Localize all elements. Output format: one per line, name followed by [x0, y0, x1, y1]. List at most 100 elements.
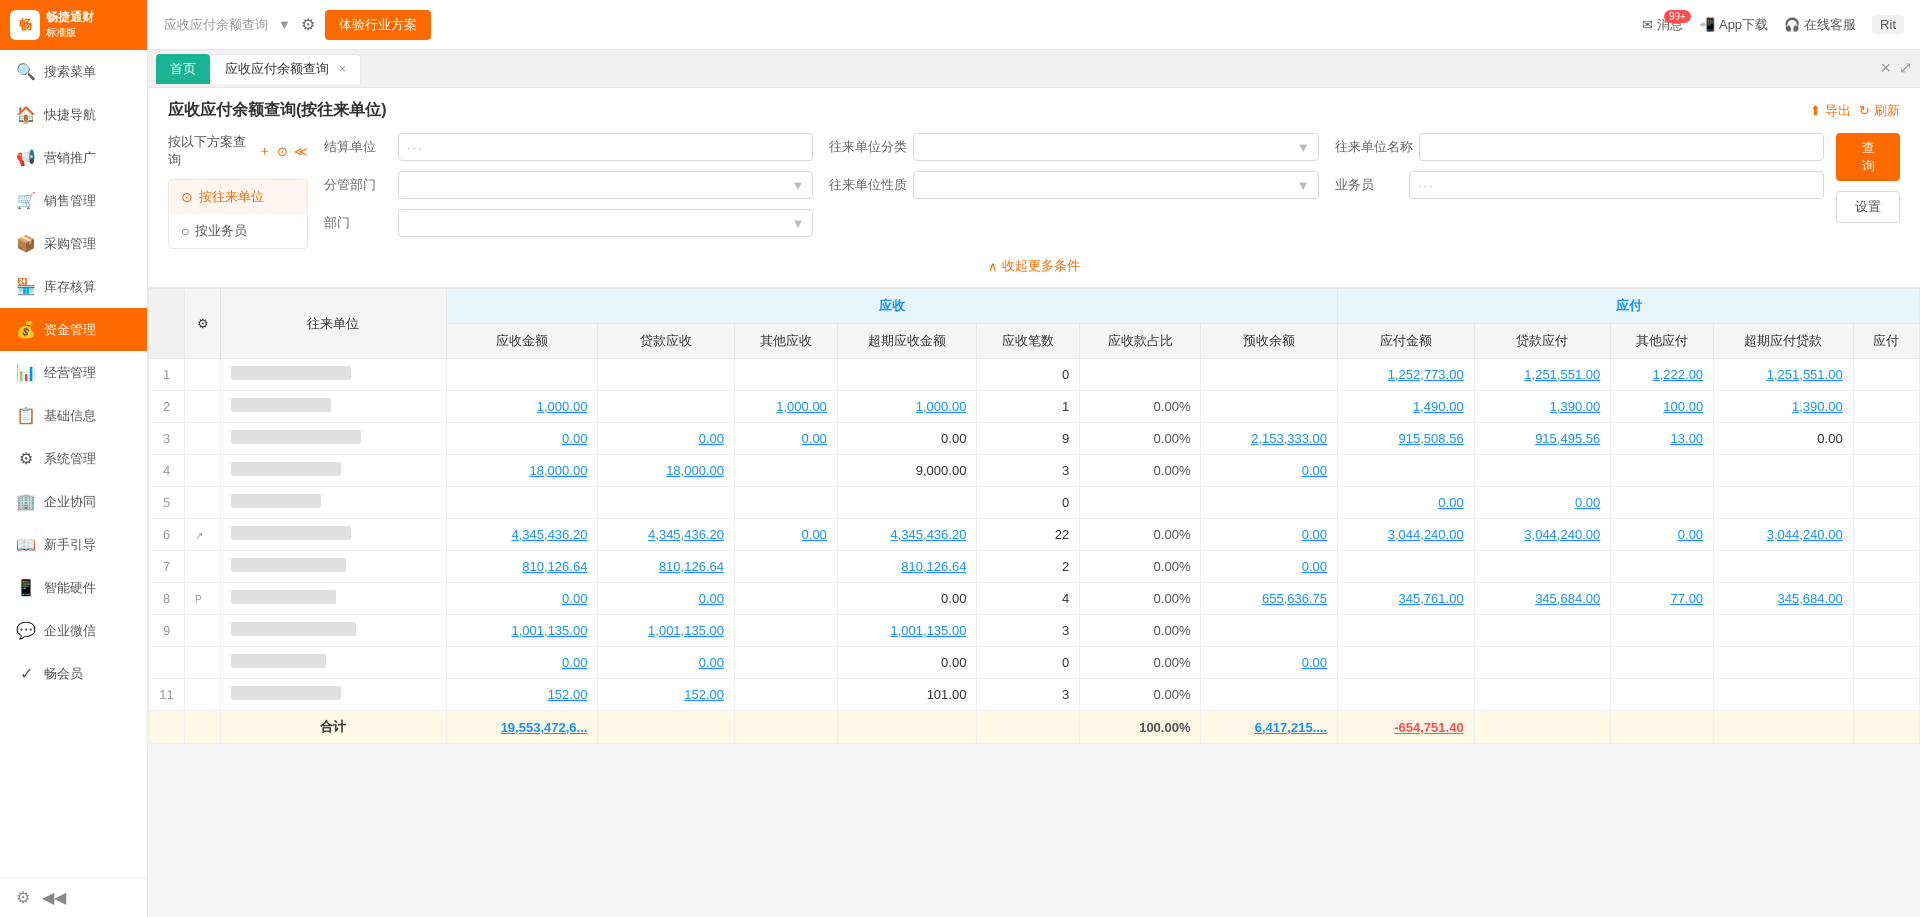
sidebar-item-system[interactable]: ⚙ 系统管理: [0, 437, 147, 480]
dept-manager-arrow: ▼: [791, 178, 804, 193]
main-area: 应收应付余额查询 ▼ ⚙ 体验行业方案 ✉ 消息 99+ 📲 App下载 🎧 在…: [148, 0, 1920, 917]
scheme-nav-by-salesman[interactable]: ○ 按业务员: [169, 214, 307, 248]
add-scheme-icon[interactable]: ＋: [258, 142, 271, 160]
member-icon: ✓: [16, 664, 36, 683]
sidebar-item-operations[interactable]: 📊 经营管理: [0, 351, 147, 394]
basicinfo-icon: 📋: [16, 406, 36, 425]
col-advance-balance-header: 预收余额: [1201, 324, 1338, 359]
tab-home[interactable]: 首页: [156, 54, 210, 84]
col-overdue-recv-header: 超期应收金额: [837, 324, 977, 359]
breadcrumb-dropdown-icon[interactable]: ▼: [278, 17, 291, 32]
col-index-header: [149, 289, 185, 359]
by-salesman-icon: ○: [181, 223, 189, 239]
sidebar-item-enterprise[interactable]: 🏢 企业协同: [0, 480, 147, 523]
user-button[interactable]: Rit: [1872, 15, 1904, 34]
sidebar: 畅 畅捷通财 标准版 🔍 搜索菜单 🏠 快捷导航 📢 营销推广 🛒 销售管理 📦…: [0, 0, 148, 917]
collapse-scheme-icon[interactable]: ≪: [294, 144, 308, 159]
col-other-recv-header: 其他应收: [734, 324, 837, 359]
sidebar-collapse-icon[interactable]: ◀◀: [42, 888, 66, 907]
header-right: ✉ 消息 99+ 📲 App下载 🎧 在线客服 Rit: [1642, 15, 1904, 34]
sidebar-item-finance[interactable]: 💰 资金管理: [0, 308, 147, 351]
sidebar-settings-icon[interactable]: ⚙: [16, 888, 30, 907]
window-expand-icon[interactable]: ⤢: [1899, 58, 1912, 79]
sidebar-item-member[interactable]: ✓ 畅会员: [0, 652, 147, 695]
header-settings-icon[interactable]: ⚙: [301, 15, 315, 34]
partner-category-input[interactable]: ▼: [913, 133, 1318, 161]
dept-manager-input[interactable]: ▼: [398, 171, 813, 199]
table-row: 2 1,000.00 1,000.00 1,000.00 1 0.00% 1,4…: [149, 391, 1920, 423]
sidebar-item-wechat[interactable]: 💬 企业微信: [0, 609, 147, 652]
field-partner-nature: 往来单位性质 ▼: [829, 171, 1318, 199]
table-row: 6 ↗ 4,345,436.20 4,345,436.20 0.00 4,345…: [149, 519, 1920, 551]
dept-label: 部门: [324, 214, 392, 232]
dept-input[interactable]: ▼: [398, 209, 813, 237]
settlement-unit-input[interactable]: ···: [398, 133, 813, 161]
tab-bar: 首页 应收应付余额查询 × × ⤢: [148, 50, 1920, 88]
dept-arrow: ▼: [791, 216, 804, 231]
window-close-icon[interactable]: ×: [1880, 58, 1891, 79]
filter-btn-area: 查询 设置: [1836, 133, 1900, 237]
tab-receivable-query[interactable]: 应收应付余额查询 ×: [210, 54, 361, 84]
partner-name-input[interactable]: [1419, 133, 1824, 161]
table-row: 11 152.00 152.00 101.00 3 0.00%: [149, 679, 1920, 711]
table-container: ⚙ 往来单位 应收 应付 应收金额 贷款应收 其他应收 超期应收金额 应收笔数 …: [148, 288, 1920, 917]
table-wrapper: ⚙ 往来单位 应收 应付 应收金额 贷款应收 其他应收 超期应收金额 应收笔数 …: [148, 288, 1920, 744]
sidebar-item-guide[interactable]: 📖 新手引导: [0, 523, 147, 566]
message-icon: ✉: [1642, 17, 1653, 32]
export-icon: ⬆: [1810, 103, 1821, 118]
trial-button[interactable]: 体验行业方案: [325, 10, 431, 40]
data-table: ⚙ 往来单位 应收 应付 应收金额 贷款应收 其他应收 超期应收金额 应收笔数 …: [148, 288, 1920, 744]
online-service-button[interactable]: 🎧 在线客服: [1784, 16, 1856, 34]
export-button[interactable]: ⬆ 导出: [1810, 102, 1851, 120]
content-actions: ⬆ 导出 ↻ 刷新: [1810, 102, 1900, 120]
field-dept-manager: 分管部门 ▼: [324, 171, 813, 199]
scheme-nav-by-partner[interactable]: ⊙ 按往来单位: [169, 180, 307, 214]
field-partner-name: 往来单位名称: [1335, 133, 1824, 161]
col-settings-header[interactable]: ⚙: [185, 289, 221, 359]
dept-manager-label: 分管部门: [324, 176, 392, 194]
col-loan-pay-header: 贷款应付: [1474, 324, 1611, 359]
col-partner-header: 往来单位: [221, 289, 447, 359]
partner-name-label: 往来单位名称: [1335, 138, 1413, 156]
logo-icon: 畅: [10, 10, 40, 40]
app-download-button[interactable]: 📲 App下载: [1699, 16, 1768, 34]
group-payable-header: 应付: [1338, 289, 1920, 324]
table-row: 7 810,126.64 810,126.64 810,126.64 2 0.0…: [149, 551, 1920, 583]
sidebar-label-finance: 资金管理: [44, 321, 96, 339]
collapse-text: 收起更多条件: [1002, 257, 1080, 275]
field-settlement-unit: 结算单位 ···: [324, 133, 813, 161]
search-icon: 🔍: [16, 62, 36, 81]
partner-nature-input[interactable]: ▼: [913, 171, 1318, 199]
service-label: 在线客服: [1804, 16, 1856, 34]
col-other-pay-header: 其他应付: [1611, 324, 1714, 359]
query-top: 按以下方案查询 ＋ ⊙ ≪ ⊙ 按往来单位 ○ 按业务员: [168, 133, 1900, 249]
sidebar-item-basicinfo[interactable]: 📋 基础信息: [0, 394, 147, 437]
sidebar-item-hardware[interactable]: 📱 智能硬件: [0, 566, 147, 609]
sidebar-label-guide: 新手引导: [44, 536, 96, 554]
finance-icon: 💰: [16, 320, 36, 339]
guide-icon: 📖: [16, 535, 36, 554]
message-button[interactable]: ✉ 消息 99+: [1642, 16, 1683, 34]
refresh-button[interactable]: ↻ 刷新: [1859, 102, 1900, 120]
tab-close-icon[interactable]: ×: [339, 62, 346, 76]
sidebar-item-marketing[interactable]: 📢 营销推广: [0, 136, 147, 179]
system-icon: ⚙: [16, 449, 36, 468]
edit-scheme-icon[interactable]: ⊙: [277, 144, 288, 159]
footer-label: 合计: [221, 711, 447, 744]
by-salesman-label: 按业务员: [195, 222, 247, 240]
sidebar-item-inventory[interactable]: 🏪 库存核算: [0, 265, 147, 308]
sidebar-item-search[interactable]: 🔍 搜索菜单: [0, 50, 147, 93]
operations-icon: 📊: [16, 363, 36, 382]
salesman-input[interactable]: ···: [1409, 171, 1824, 199]
wechat-icon: 💬: [16, 621, 36, 640]
col-pay-extra-header: 应付: [1853, 324, 1919, 359]
collapse-row[interactable]: ∧ 收起更多条件: [168, 249, 1900, 275]
query-button[interactable]: 查询: [1836, 133, 1900, 181]
sidebar-item-purchase[interactable]: 📦 采购管理: [0, 222, 147, 265]
setting-button[interactable]: 设置: [1836, 191, 1900, 223]
settlement-unit-dots: ···: [407, 140, 424, 155]
partner-nature-label: 往来单位性质: [829, 176, 907, 194]
footer-recv-total: 19,553,472,6...: [446, 711, 598, 744]
sidebar-item-quicknav[interactable]: 🏠 快捷导航: [0, 93, 147, 136]
sidebar-item-sales[interactable]: 🛒 销售管理: [0, 179, 147, 222]
